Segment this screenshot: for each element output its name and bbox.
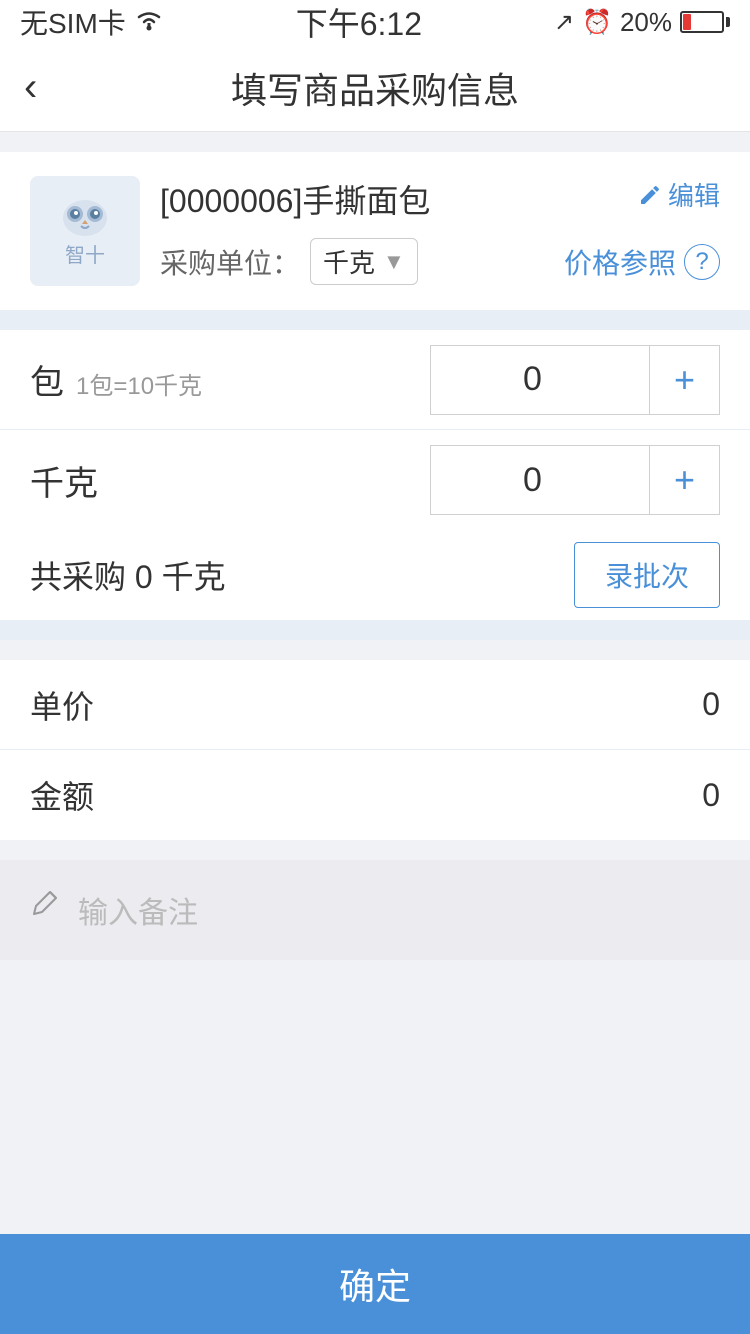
alarm-icon: ⏰ bbox=[582, 8, 612, 37]
unit-price-value: 0 bbox=[702, 686, 720, 723]
notes-section[interactable]: 输入备注 bbox=[0, 860, 750, 960]
status-time: 下午6:12 bbox=[296, 0, 422, 45]
notes-placeholder: 输入备注 bbox=[78, 888, 198, 932]
qianke-label: 千克 bbox=[30, 456, 98, 505]
price-section: 单价 0 金额 0 bbox=[0, 660, 750, 840]
summary-row: 共采购 0 千克 录批次 bbox=[0, 530, 750, 620]
price-ref-button[interactable]: 价格参照 ? bbox=[564, 242, 720, 282]
back-button[interactable]: ‹ bbox=[24, 65, 37, 110]
unit-label-text: 采购单位： bbox=[160, 242, 300, 282]
bao-input-row: 包 1包=10千克 + bbox=[0, 330, 750, 430]
bao-plus-button[interactable]: + bbox=[650, 345, 720, 415]
qianke-input[interactable] bbox=[430, 445, 650, 515]
bao-input-control: + bbox=[430, 345, 720, 415]
location-icon: ↗ bbox=[554, 8, 574, 37]
section-divider-1 bbox=[0, 310, 750, 330]
amount-row: 金额 0 bbox=[0, 750, 750, 840]
product-info: [0000006]手撕面包 编辑 采购单位： 千克 ▼ 价格参照 ? bbox=[160, 176, 720, 285]
product-card: 智十 [0000006]手撕面包 编辑 采购单位： 千克 ▼ bbox=[0, 152, 750, 310]
qianke-input-control: + bbox=[430, 445, 720, 515]
carrier-label: 无SIM卡 bbox=[20, 2, 126, 42]
batch-button[interactable]: 录批次 bbox=[574, 542, 720, 608]
edit-button[interactable]: 编辑 bbox=[638, 176, 720, 213]
dropdown-arrow-icon: ▼ bbox=[383, 249, 405, 275]
qianke-input-row: 千克 + bbox=[0, 430, 750, 530]
amount-value: 0 bbox=[702, 777, 720, 814]
product-thumbnail: 智十 bbox=[30, 176, 140, 286]
confirm-button[interactable]: 确定 bbox=[0, 1234, 750, 1334]
confirm-label: 确定 bbox=[339, 1258, 411, 1310]
unit-price-row: 单价 0 bbox=[0, 660, 750, 750]
status-right: ↗ ⏰ 20% bbox=[554, 7, 730, 38]
product-name: [0000006]手撕面包 bbox=[160, 176, 430, 222]
quantity-input-section: 包 1包=10千克 + 千克 + bbox=[0, 330, 750, 530]
brand-text: 智十 bbox=[65, 239, 105, 268]
status-left: 无SIM卡 bbox=[20, 2, 164, 42]
empty-content-area bbox=[0, 960, 750, 1280]
section-divider-2 bbox=[0, 620, 750, 640]
amount-label: 金额 bbox=[30, 772, 94, 818]
unit-selector[interactable]: 千克 ▼ bbox=[310, 238, 418, 285]
bao-label: 包 1包=10千克 bbox=[30, 355, 202, 404]
wifi-icon bbox=[134, 6, 164, 38]
nav-bar: ‹ 填写商品采购信息 bbox=[0, 44, 750, 132]
qianke-plus-button[interactable]: + bbox=[650, 445, 720, 515]
pencil-icon bbox=[30, 890, 62, 930]
battery-percent: 20% bbox=[620, 7, 672, 38]
page-title: 填写商品采购信息 bbox=[231, 62, 519, 114]
bao-sublabel: 1包=10千克 bbox=[76, 366, 202, 401]
bao-input[interactable] bbox=[430, 345, 650, 415]
status-bar: 无SIM卡 下午6:12 ↗ ⏰ 20% bbox=[0, 0, 750, 44]
unit-price-label: 单价 bbox=[30, 682, 94, 728]
question-icon: ? bbox=[684, 244, 720, 280]
battery-icon bbox=[680, 11, 730, 33]
summary-text: 共采购 0 千克 bbox=[30, 552, 226, 598]
